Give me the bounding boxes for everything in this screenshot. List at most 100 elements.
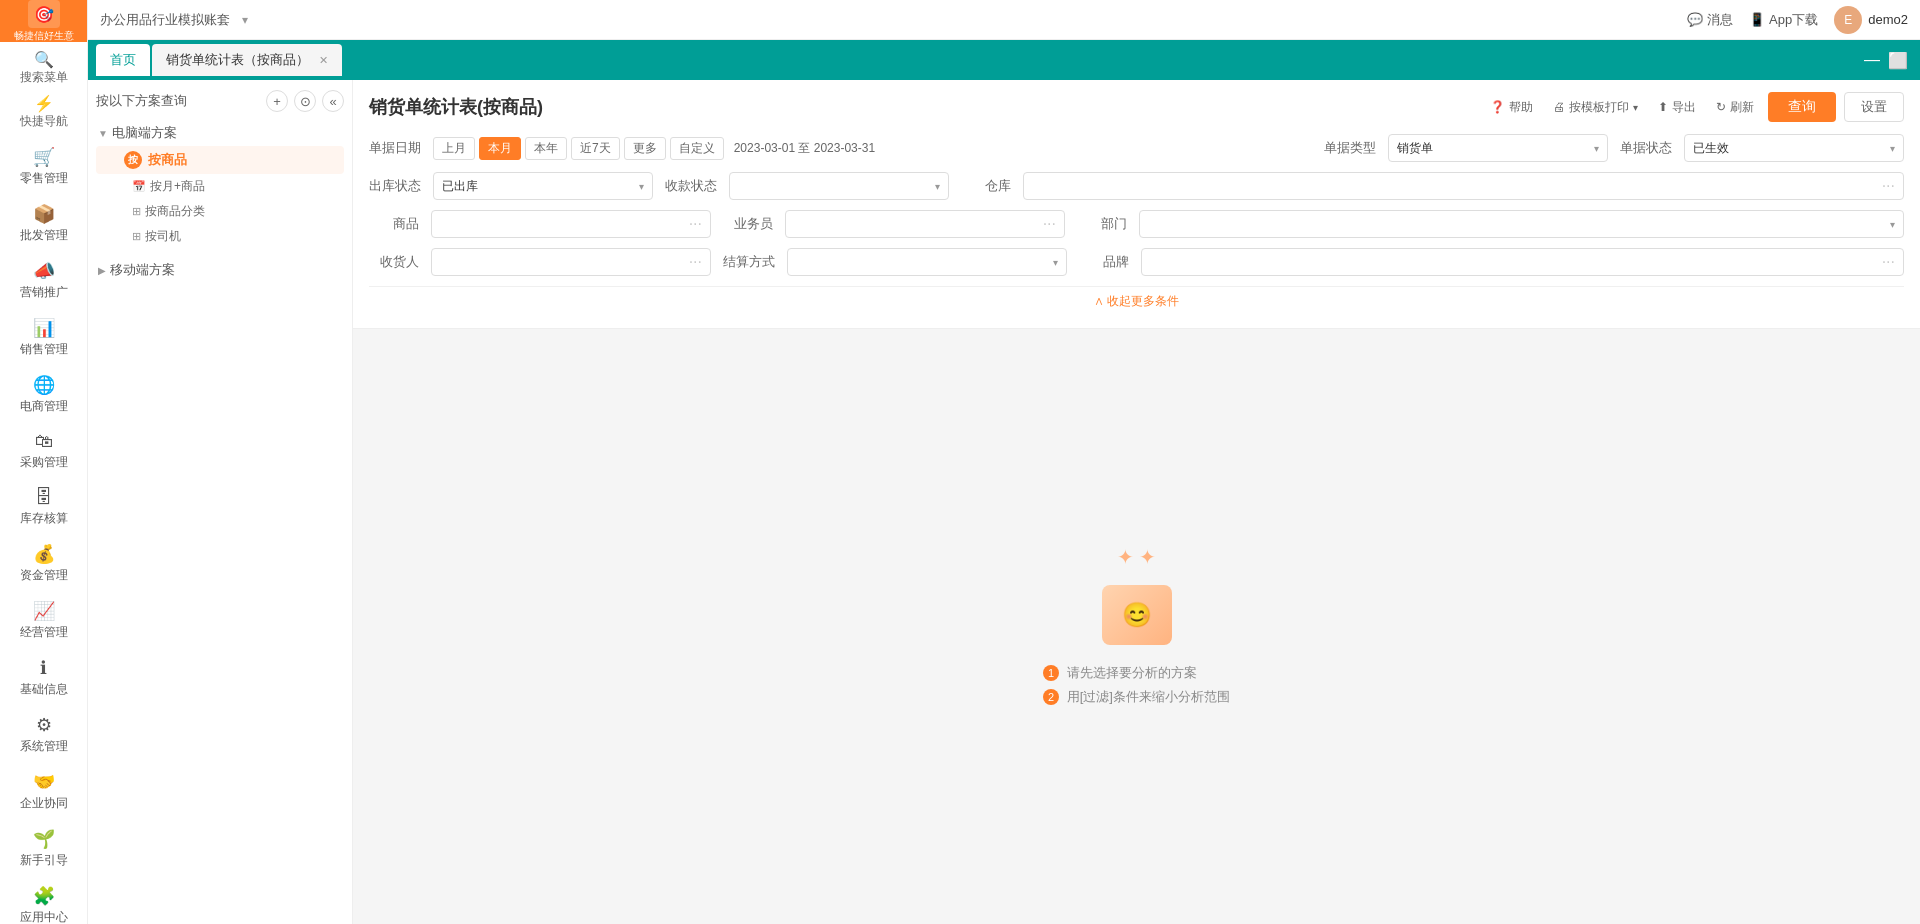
collapse-panel-btn[interactable]: « — [322, 90, 344, 112]
app-logo[interactable]: 🎯 畅捷信好生意 — [0, 0, 88, 42]
settings-scheme-btn[interactable]: ⊙ — [294, 90, 316, 112]
doc-type-input[interactable]: 销货单 ▾ — [1388, 134, 1608, 162]
export-label: 导出 — [1672, 99, 1696, 116]
sidebar-item-inventory[interactable]: 🗄 库存核算 — [0, 479, 87, 535]
sidebar-item-newbie[interactable]: 🌱 新手引导 — [0, 820, 87, 877]
topbar-app-download[interactable]: 📱 App下载 — [1749, 11, 1818, 29]
refresh-btn[interactable]: ↻ 刷新 — [1710, 97, 1760, 118]
date-label: 单据日期 — [369, 139, 421, 157]
query-btn[interactable]: 查询 — [1768, 92, 1836, 122]
sidebar-enterprise-label: 企业协同 — [20, 795, 68, 812]
sidebar-system-label: 系统管理 — [20, 738, 68, 755]
help-btn[interactable]: ❓ 帮助 — [1484, 97, 1539, 118]
date-range: 2023-03-01 至 2023-03-31 — [734, 140, 875, 157]
tree-sub-register[interactable]: ⊞ 按司机 — [108, 224, 344, 249]
logo-icon: 🎯 — [28, 0, 60, 28]
settings-btn[interactable]: 设置 — [1844, 92, 1904, 122]
date-this-year[interactable]: 本年 — [525, 137, 567, 160]
finance-icon: 💰 — [33, 543, 55, 565]
export-icon: ⬆ — [1658, 100, 1668, 114]
newbie-icon: 🌱 — [33, 828, 55, 850]
topbar-user[interactable]: E demo2 — [1834, 6, 1908, 34]
product-control: ··· — [431, 210, 711, 238]
app-name: 畅捷信好生意 — [14, 30, 74, 42]
payment-input[interactable]: ▾ — [787, 248, 1067, 276]
out-status-input[interactable]: 已出库 ▾ — [433, 172, 653, 200]
tree-item-by-product[interactable]: 按 按商品 — [96, 146, 344, 174]
sparkles-icon: ✦ ✦ — [1077, 545, 1197, 569]
sidebar-item-marketing[interactable]: 📣 营销推广 — [0, 252, 87, 309]
sidebar-item-retail[interactable]: 🛒 零售管理 — [0, 138, 87, 195]
date-custom[interactable]: 自定义 — [670, 137, 724, 160]
receiver-input[interactable]: ··· — [431, 248, 711, 276]
topbar-arrow-icon: ▾ — [242, 13, 248, 27]
topbar-title[interactable]: 办公用品行业模拟账套 — [100, 11, 230, 29]
product-label: 商品 — [369, 215, 419, 233]
sidebar-purchase-label: 采购管理 — [20, 454, 68, 471]
tip-text-1: 请先选择要分析的方案 — [1067, 665, 1197, 680]
sidebar-item-basic[interactable]: ℹ 基础信息 — [0, 649, 87, 706]
page-title: 销货单统计表(按商品) — [369, 95, 543, 119]
operation-icon: 📈 — [33, 600, 55, 622]
sidebar-item-system[interactable]: ⚙ 系统管理 — [0, 706, 87, 763]
doc-status-input[interactable]: 已生效 ▾ — [1684, 134, 1904, 162]
warehouse-input[interactable]: ··· — [1023, 172, 1904, 200]
appcenter-icon: 🧩 — [33, 885, 55, 907]
tab-maximize-btn[interactable]: ⬜ — [1888, 51, 1908, 70]
filter-row-1: 单据日期 上月 本月 本年 近7天 更多 自定义 2023-03-01 至 20… — [369, 134, 1904, 162]
sidebar-item-enterprise[interactable]: 🤝 企业协同 — [0, 763, 87, 820]
user-avatar: E — [1834, 6, 1862, 34]
sidebar-item-finance[interactable]: 💰 资金管理 — [0, 535, 87, 592]
sidebar-item-sales[interactable]: 📊 销售管理 — [0, 309, 87, 366]
collect-status-input[interactable]: ▾ — [729, 172, 949, 200]
product-input[interactable]: ··· — [431, 210, 711, 238]
collapse-bar[interactable]: ∧ 收起更多条件 — [369, 286, 1904, 316]
date-last-month[interactable]: 上月 — [433, 137, 475, 160]
sidebar-item-appcenter[interactable]: 🧩 应用中心 — [0, 877, 87, 924]
tree-desktop-group[interactable]: ▼ 电脑端方案 — [96, 120, 344, 146]
tab-sales-stats[interactable]: 销货单统计表（按商品） ✕ — [152, 44, 342, 76]
month-product-icon: 📅 — [132, 180, 146, 193]
data-area: ✦ ✦ 1 请先选择要分析的方案 2 用[过滤]条件来缩小分析范围 — [353, 329, 1920, 924]
tab-close-icon[interactable]: ✕ — [319, 54, 328, 67]
topbar-message[interactable]: 💬 消息 — [1687, 11, 1733, 29]
tree-sub-month-product[interactable]: 📅 按月+商品 — [108, 174, 344, 199]
warehouse-dots-icon[interactable]: ··· — [1882, 177, 1895, 195]
template-print-btn[interactable]: 🖨 按模板打印 ▾ — [1547, 97, 1644, 118]
brand-input[interactable]: ··· — [1141, 248, 1904, 276]
date-7days[interactable]: 近7天 — [571, 137, 620, 160]
dept-input[interactable]: ▾ — [1139, 210, 1904, 238]
date-more[interactable]: 更多 — [624, 137, 666, 160]
salesperson-input[interactable]: ··· — [785, 210, 1065, 238]
doc-status-label: 单据状态 — [1620, 139, 1672, 157]
tab-minimize-btn[interactable]: — — [1864, 51, 1880, 70]
receiver-label: 收货人 — [369, 253, 419, 271]
product-dots-icon[interactable]: ··· — [689, 215, 702, 233]
tabbar: 首页 销货单统计表（按商品） ✕ — ⬜ — [88, 40, 1920, 80]
date-this-month[interactable]: 本月 — [479, 137, 521, 160]
brand-dots-icon[interactable]: ··· — [1882, 253, 1895, 271]
tab-home[interactable]: 首页 — [96, 44, 150, 76]
sidebar-item-operation[interactable]: 📈 经营管理 — [0, 592, 87, 649]
payment-label: 结算方式 — [723, 253, 775, 271]
add-scheme-btn[interactable]: + — [266, 90, 288, 112]
tree-mobile-group[interactable]: ▶ 移动端方案 — [96, 257, 344, 283]
salesperson-control: ··· — [785, 210, 1065, 238]
sidebar-item-purchase[interactable]: 🛍 采购管理 — [0, 423, 87, 479]
sidebar-quick-nav[interactable]: ⚡ 快捷导航 — [0, 90, 87, 134]
tree-sub-category[interactable]: ⊞ 按商品分类 — [108, 199, 344, 224]
salesperson-dots-icon[interactable]: ··· — [1043, 215, 1056, 233]
sidebar-search[interactable]: 🔍 搜索菜单 — [0, 42, 87, 90]
basic-icon: ℹ — [40, 657, 47, 679]
sidebar-operation-label: 经营管理 — [20, 624, 68, 641]
sidebar-item-wholesale[interactable]: 📦 批发管理 — [0, 195, 87, 252]
warehouse-control: ··· — [1023, 172, 1904, 200]
sidebar-item-ecommerce[interactable]: 🌐 电商管理 — [0, 366, 87, 423]
page-title-row: 销货单统计表(按商品) ❓ 帮助 🖨 按模板打印 ▾ ⬆ — [369, 92, 1904, 122]
message-label: 消息 — [1707, 11, 1733, 29]
empty-illustration: ✦ ✦ — [1077, 545, 1197, 645]
register-icon: ⊞ — [132, 230, 141, 243]
add-icon: + — [273, 94, 281, 109]
receiver-dots-icon[interactable]: ··· — [689, 253, 702, 271]
export-btn[interactable]: ⬆ 导出 — [1652, 97, 1702, 118]
